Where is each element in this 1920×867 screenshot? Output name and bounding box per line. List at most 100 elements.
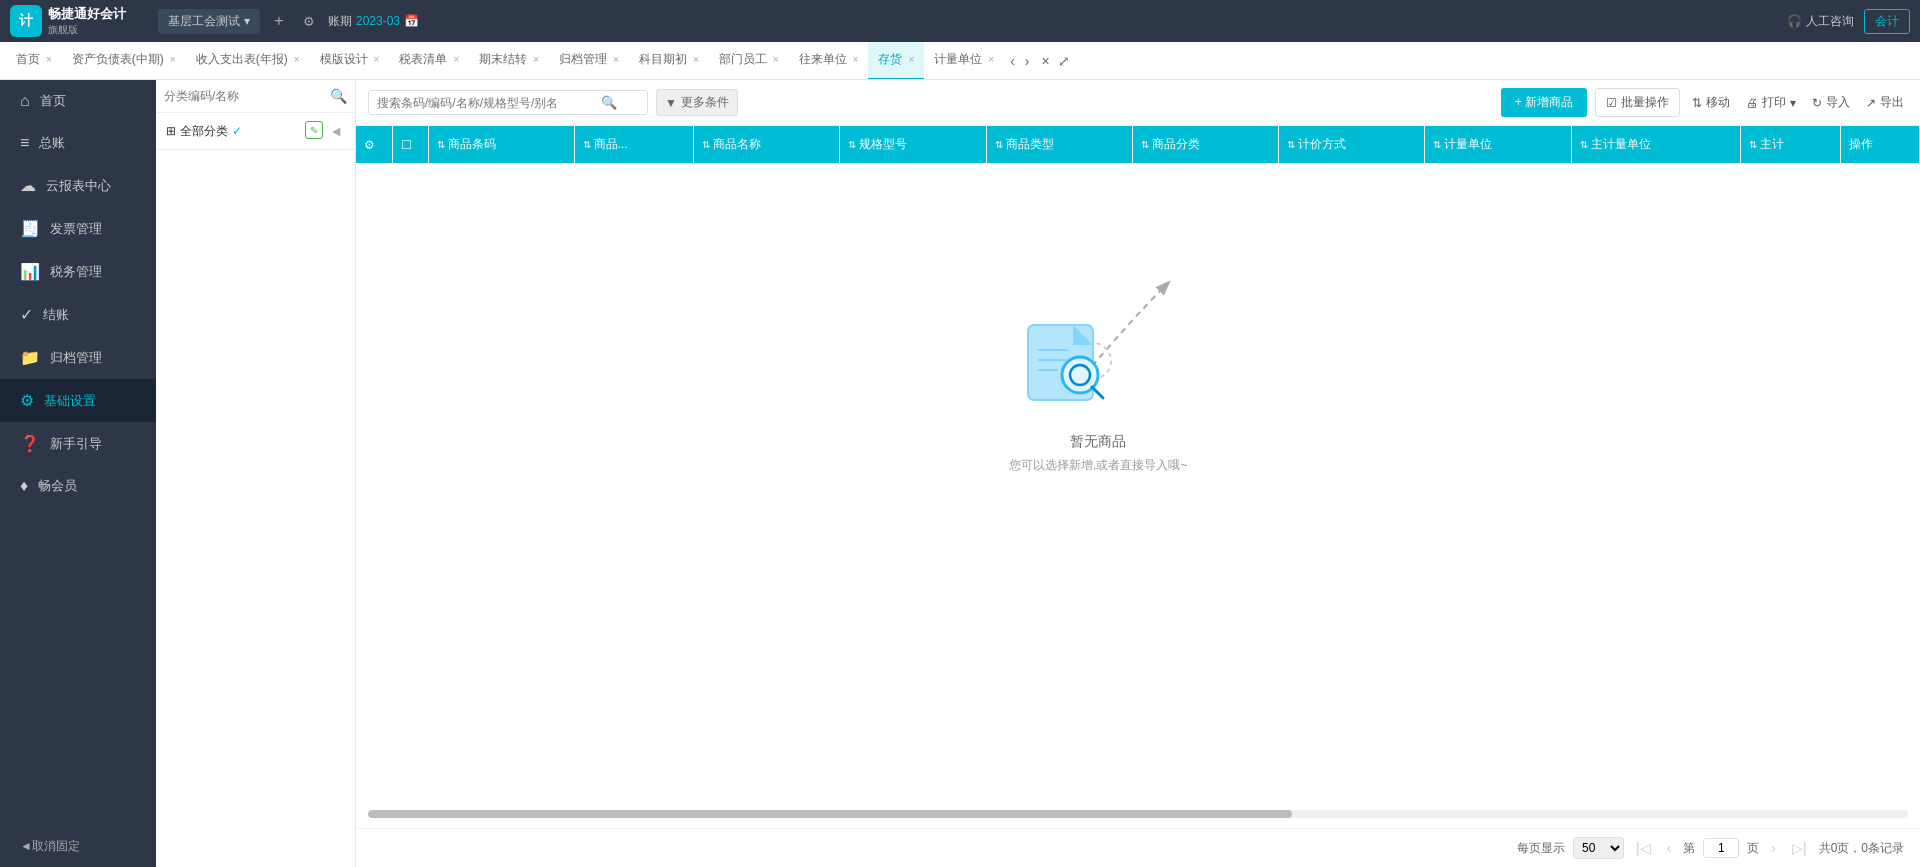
tab-subjects-close[interactable]: ×	[693, 54, 699, 65]
sidebar-item-vip[interactable]: ♦ 畅会员	[0, 465, 156, 507]
sidebar-vip-label: 畅会员	[38, 477, 77, 495]
sidebar-item-invoice[interactable]: 🧾 发票管理	[0, 207, 156, 250]
add-product-button[interactable]: + 新增商品	[1501, 88, 1587, 117]
tab-contacts-close[interactable]: ×	[853, 54, 859, 65]
table-settings-col[interactable]: ⚙	[356, 126, 392, 163]
tab-inventory-label: 存货	[878, 51, 902, 68]
help-label: 人工咨询	[1806, 13, 1854, 30]
next-page-button[interactable]: ›	[1767, 838, 1780, 858]
page-input[interactable]	[1703, 838, 1739, 858]
tab-period-close[interactable]: 期末结转 ×	[469, 42, 549, 80]
help-button[interactable]: 🎧 人工咨询	[1787, 13, 1854, 30]
import-button[interactable]: ↻ 导入	[1808, 90, 1854, 115]
sidebar-tax-label: 税务管理	[50, 263, 102, 281]
filter-button[interactable]: ▼ 更多条件	[656, 89, 738, 116]
tab-period-close-x[interactable]: ×	[533, 54, 539, 65]
tab-archive[interactable]: 归档管理 ×	[549, 42, 629, 80]
tab-subjects[interactable]: 科目期初 ×	[629, 42, 709, 80]
export-button[interactable]: ↗ 导出	[1862, 90, 1908, 115]
sidebar-item-ledger[interactable]: ≡ 总账	[0, 122, 156, 164]
tab-template[interactable]: 模版设计 ×	[310, 42, 390, 80]
table-col-barcode[interactable]: ⇅ 商品条码	[428, 126, 574, 163]
table-checkbox-col[interactable]: ☐	[392, 126, 428, 163]
main-layout: ⌂ 首页 ≡ 总账 ☁ 云报表中心 🧾 发票管理 📊 税务管理 ✓ 结账 📁 归…	[0, 80, 1920, 867]
sidebar-settings-label: 基础设置	[44, 392, 96, 410]
sidebar-reports-label: 云报表中心	[46, 177, 111, 195]
sidebar-item-guide[interactable]: ❓ 新手引导	[0, 422, 156, 465]
tabs-close-all-button[interactable]: ×	[1035, 51, 1055, 71]
cloud-icon: ☁	[20, 176, 36, 195]
tab-income-label: 收入支出表(年报)	[196, 51, 288, 68]
sort-icon-8: ⇅	[1433, 139, 1441, 150]
tab-dept[interactable]: 部门员工 ×	[709, 42, 789, 80]
tabs-expand-button[interactable]: ⤢	[1058, 53, 1070, 69]
first-page-button[interactable]: |◁	[1632, 838, 1655, 858]
table-col-unit[interactable]: ⇅ 计量单位	[1425, 126, 1571, 163]
tab-unit-close[interactable]: ×	[988, 54, 994, 65]
account-button[interactable]: 会计	[1864, 9, 1910, 34]
search-icon: 🔍	[601, 95, 617, 110]
table-container: ⚙ ☐ ⇅ 商品条码 ⇅	[356, 126, 1920, 800]
table-col-name[interactable]: ⇅ 商品名称	[694, 126, 840, 163]
table-col-main2[interactable]: ⇅ 主计	[1740, 126, 1840, 163]
batch-button[interactable]: ☑ 批量操作	[1595, 88, 1680, 117]
tab-tax[interactable]: 税表清单 ×	[389, 42, 469, 80]
tabs-navigation: ‹ › × ⤢	[1006, 51, 1070, 71]
settings-icon: ⚙	[20, 391, 34, 410]
tab-income[interactable]: 收入支出表(年报) ×	[186, 42, 310, 80]
print-button[interactable]: 🖨 打印 ▾	[1742, 90, 1800, 115]
horizontal-scrollbar[interactable]	[356, 800, 1920, 828]
tab-archive-close[interactable]: ×	[613, 54, 619, 65]
prev-page-button[interactable]: ‹	[1663, 838, 1676, 858]
tab-balance-sheet[interactable]: 资产负债表(中期) ×	[62, 42, 186, 80]
settings-icon[interactable]: ⚙	[298, 10, 320, 32]
tab-balance-close[interactable]: ×	[170, 54, 176, 65]
col-main2-label: 主计	[1760, 136, 1784, 153]
sidebar-item-settings[interactable]: ⚙ 基础设置	[0, 379, 156, 422]
tab-unit[interactable]: 计量单位 ×	[924, 42, 1004, 80]
table-col-category[interactable]: ⇅ 商品分类	[1132, 126, 1278, 163]
tab-contacts[interactable]: 往来单位 ×	[789, 42, 869, 80]
sort-icon-9: ⇅	[1580, 139, 1588, 150]
sidebar-pin-toggle[interactable]: ◄取消固定	[0, 826, 156, 867]
add-workspace-button[interactable]: +	[268, 10, 290, 32]
sidebar-item-close-accounts[interactable]: ✓ 结账	[0, 293, 156, 336]
table-col-type[interactable]: ⇅ 商品类型	[986, 126, 1132, 163]
table-col-action: 操作	[1841, 126, 1920, 163]
tab-template-close[interactable]: ×	[374, 54, 380, 65]
sidebar-item-reports[interactable]: ☁ 云报表中心	[0, 164, 156, 207]
tabs-next-button[interactable]: ›	[1021, 51, 1034, 71]
workspace-selector[interactable]: 基层工会测试 ▾	[158, 9, 260, 34]
move-button[interactable]: ⇅ 移动	[1688, 90, 1734, 115]
sort-icon-4: ⇅	[848, 139, 856, 150]
tab-inventory-close[interactable]: ×	[908, 54, 914, 65]
last-page-button[interactable]: ▷|	[1788, 838, 1811, 858]
category-search-input[interactable]	[164, 89, 330, 103]
table-col-code[interactable]: ⇅ 商品...	[574, 126, 693, 163]
empty-state: 暂无商品 您可以选择新增,或者直接导入哦~	[356, 163, 1841, 554]
tabs-prev-button[interactable]: ‹	[1006, 51, 1019, 71]
tab-home[interactable]: 首页 ×	[6, 42, 62, 80]
sidebar-home-label: 首页	[40, 92, 66, 110]
add-product-label: + 新增商品	[1515, 94, 1573, 111]
scroll-thumb[interactable]	[368, 810, 1292, 818]
search-input[interactable]	[377, 96, 597, 110]
sidebar-item-home[interactable]: ⌂ 首页	[0, 80, 156, 122]
tab-dept-close[interactable]: ×	[773, 54, 779, 65]
period-value[interactable]: 2023-03	[356, 14, 400, 28]
table-col-price-method[interactable]: ⇅ 计价方式	[1279, 126, 1425, 163]
tab-home-close[interactable]: ×	[46, 54, 52, 65]
category-edit-button[interactable]: ✎	[305, 121, 323, 139]
tab-tax-close[interactable]: ×	[453, 54, 459, 65]
table-col-main-unit[interactable]: ⇅ 主计量单位	[1571, 126, 1740, 163]
tab-income-close[interactable]: ×	[294, 54, 300, 65]
sidebar-item-tax[interactable]: 📊 税务管理	[0, 250, 156, 293]
calendar-icon[interactable]: 📅	[404, 14, 419, 28]
toolbar: 🔍 ▼ 更多条件 + 新增商品 ☑ 批量操作	[356, 80, 1920, 126]
print-icon: 🖨	[1746, 96, 1758, 110]
table-col-spec[interactable]: ⇅ 规格型号	[840, 126, 986, 163]
category-collapse-button[interactable]: ◄	[327, 121, 345, 141]
sidebar-item-archive[interactable]: 📁 归档管理	[0, 336, 156, 379]
tab-inventory[interactable]: 存货 ×	[868, 42, 924, 80]
per-page-select[interactable]: 50 10 20 100	[1573, 837, 1624, 859]
